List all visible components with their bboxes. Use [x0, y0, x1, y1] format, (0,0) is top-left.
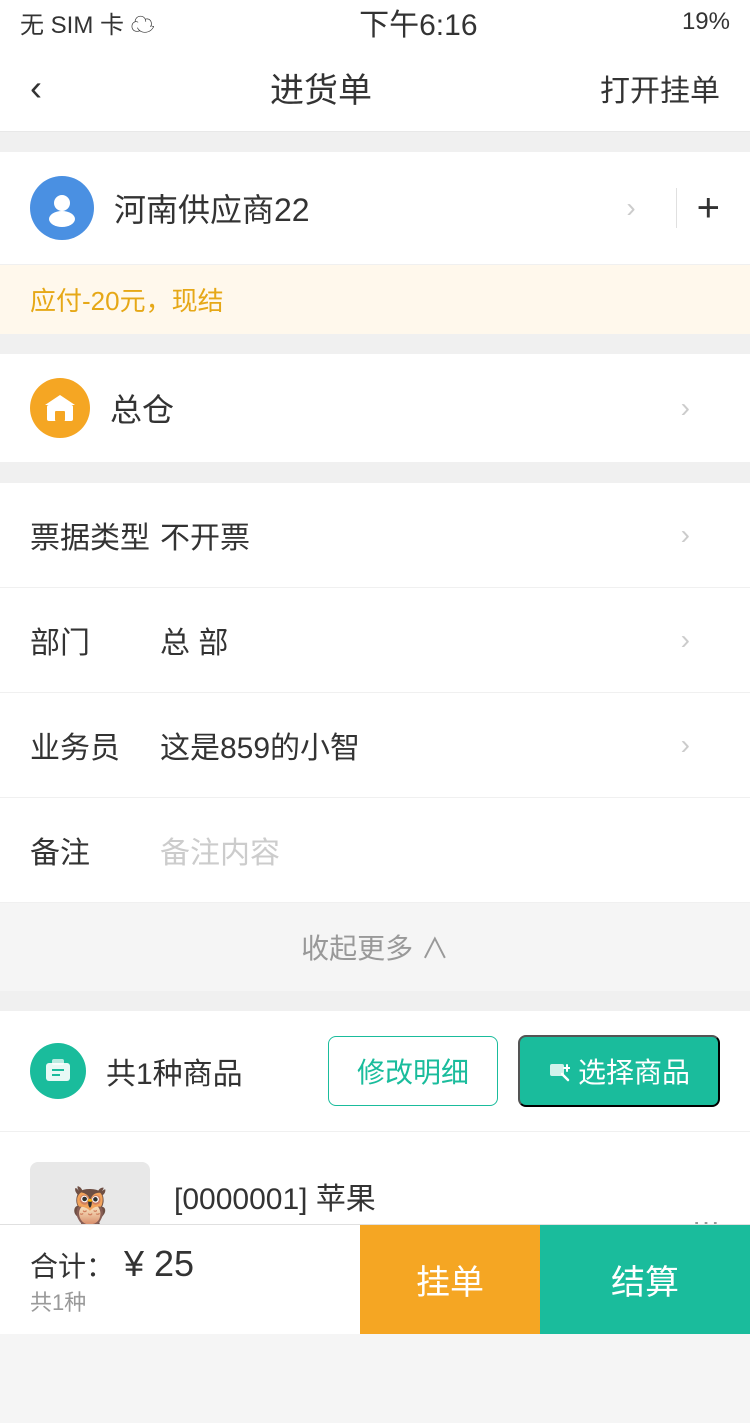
section-divider-3 — [0, 463, 750, 483]
supplier-name: 河南供应商22 — [114, 185, 626, 231]
nav-bar: ‹ 进货单 打开挂单 — [0, 44, 750, 132]
warehouse-icon — [30, 378, 90, 438]
products-icon — [30, 1043, 86, 1099]
sales-chevron-icon: › — [681, 729, 690, 761]
hang-button[interactable]: 挂单 — [360, 1225, 540, 1334]
back-button[interactable]: ‹ — [30, 67, 42, 109]
invoice-value: 不开票 — [160, 513, 681, 557]
collapse-row[interactable]: 收起更多 ∧ — [0, 903, 750, 991]
sales-row[interactable]: 业务员 这是859的小智 › — [0, 693, 750, 798]
product-name: [0000001] 苹果 — [174, 1174, 668, 1218]
section-divider-1 — [0, 132, 750, 152]
sales-label: 业务员 — [30, 723, 160, 767]
collapse-label: 收起更多 ∧ — [301, 927, 449, 967]
dept-chevron-icon: › — [681, 624, 690, 656]
total-amount: ¥ 25 — [124, 1243, 194, 1285]
status-time: 下午6:16 — [359, 0, 477, 44]
select-product-label: 选择商品 — [578, 1051, 690, 1091]
supplier-chevron-icon: › — [626, 192, 635, 224]
warehouse-row[interactable]: 总仓 › — [0, 354, 750, 463]
supplier-row[interactable]: 河南供应商22 › + — [0, 152, 750, 265]
sales-value: 这是859的小智 — [160, 723, 681, 767]
open-hang-button[interactable]: 打开挂单 — [600, 66, 720, 110]
status-bar: 无 SIM 卡 ☁ 下午6:16 19% — [0, 0, 750, 44]
invoice-label: 票据类型 — [30, 513, 160, 557]
supplier-notice: 应付-20元，现结 — [0, 265, 750, 334]
total-section: 合计： ¥ 25 共1种 — [0, 1225, 360, 1334]
remark-label: 备注 — [30, 828, 160, 872]
page-title: 进货单 — [270, 63, 372, 112]
status-signal: 无 SIM 卡 ☁ — [20, 5, 155, 40]
remark-row[interactable]: 备注 备注内容 — [0, 798, 750, 903]
section-divider-2 — [0, 334, 750, 354]
invoice-chevron-icon: › — [681, 519, 690, 551]
dept-label: 部门 — [30, 618, 160, 662]
warehouse-name: 总仓 — [110, 385, 681, 431]
total-count: 共1种 — [30, 1285, 330, 1317]
warehouse-chevron-icon: › — [681, 392, 690, 424]
supplier-section: 河南供应商22 › + 应付-20元，现结 — [0, 152, 750, 334]
total-label: 合计： — [30, 1245, 114, 1285]
add-supplier-button[interactable]: + — [697, 186, 720, 231]
edit-detail-button[interactable]: 修改明细 — [328, 1036, 498, 1106]
checkout-button[interactable]: 结算 — [540, 1225, 750, 1334]
dept-value: 总 部 — [160, 618, 681, 662]
supplier-avatar — [30, 176, 94, 240]
warehouse-section: 总仓 › — [0, 354, 750, 463]
products-header: 共1种商品 修改明细 选择商品 — [0, 1011, 750, 1132]
remark-input[interactable]: 备注内容 — [160, 828, 720, 872]
select-product-button[interactable]: 选择商品 — [518, 1035, 720, 1107]
dept-row[interactable]: 部门 总 部 › — [0, 588, 750, 693]
supplier-separator — [676, 188, 677, 228]
status-battery: 19% — [682, 8, 730, 36]
section-divider-4 — [0, 991, 750, 1011]
product-code: [0000001] — [174, 1183, 307, 1216]
form-section: 票据类型 不开票 › 部门 总 部 › 业务员 这是859的小智 › 备注 备注… — [0, 483, 750, 903]
products-count: 共1种商品 — [106, 1049, 308, 1093]
invoice-row[interactable]: 票据类型 不开票 › — [0, 483, 750, 588]
product-title: 苹果 — [316, 1183, 376, 1216]
bottom-bar: 合计： ¥ 25 共1种 挂单 结算 — [0, 1224, 750, 1334]
